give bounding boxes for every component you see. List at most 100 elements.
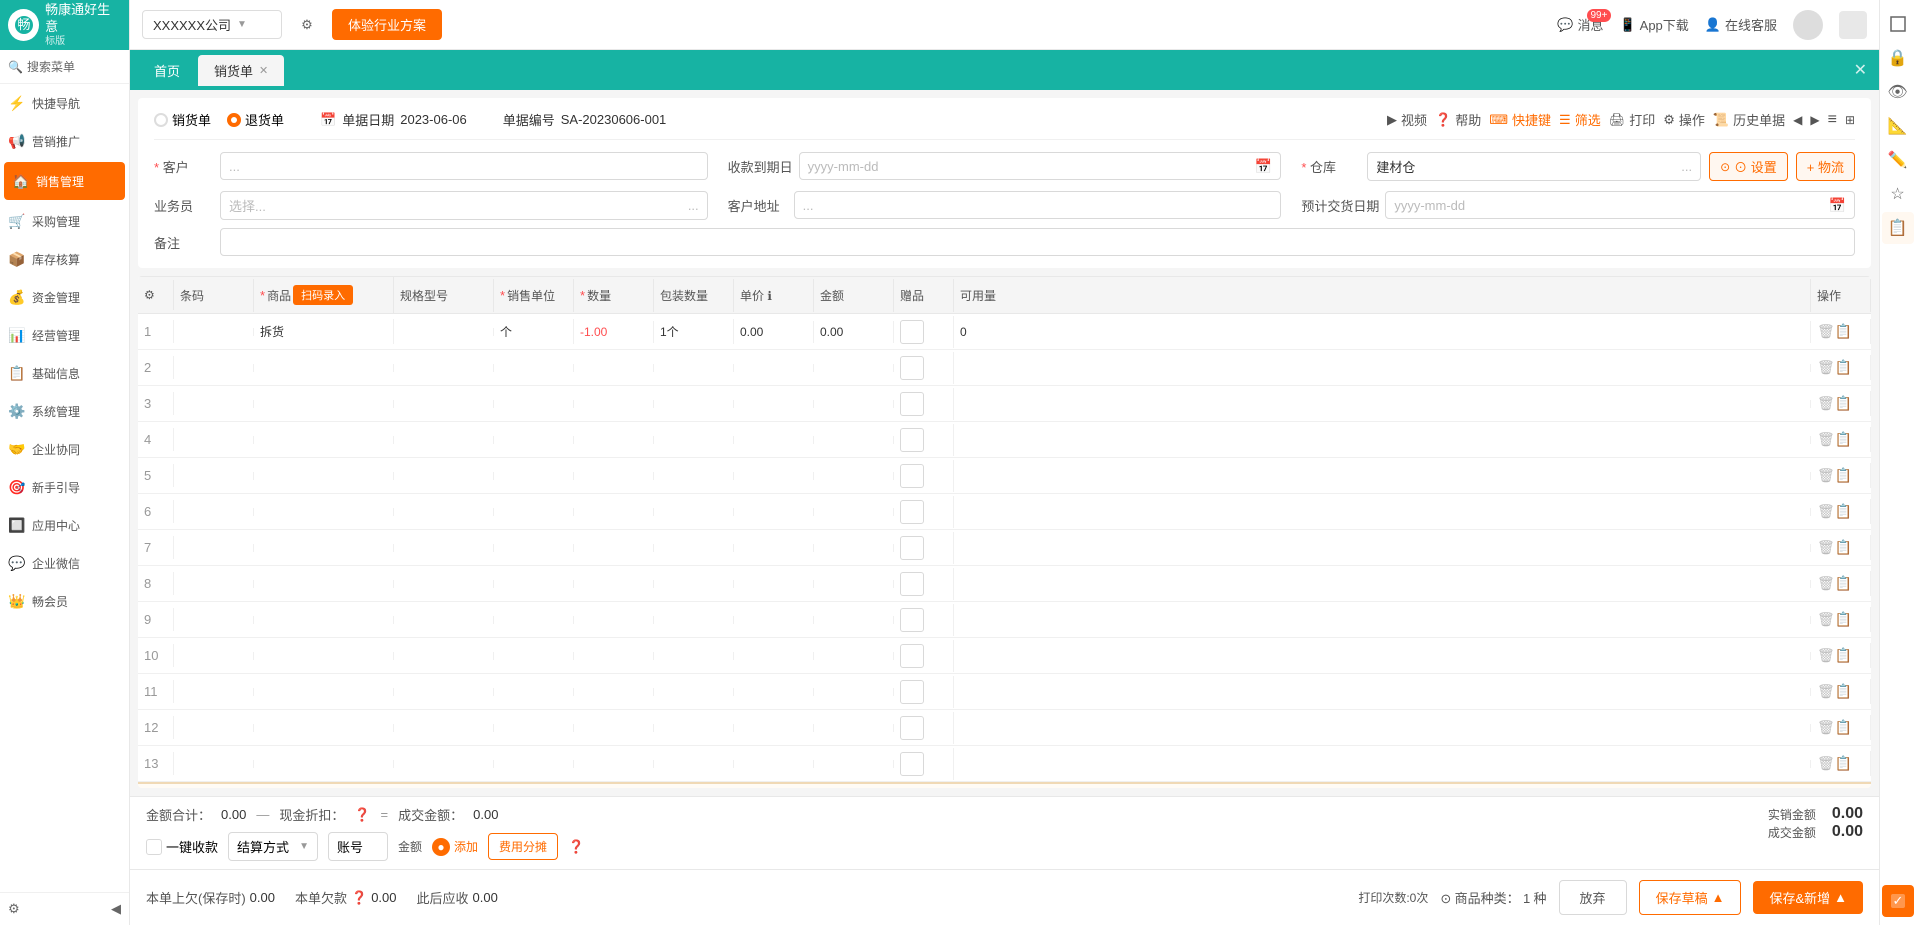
sidebar-item-vip[interactable]: 👑 畅会员	[0, 582, 129, 620]
sidebar-item-system[interactable]: ⚙️ 系统管理	[0, 392, 129, 430]
salesperson-input[interactable]: 选择... ...	[220, 191, 708, 220]
warehouse-input[interactable]: 建材仓 ...	[1367, 152, 1701, 181]
payment-account-select[interactable]: 账号	[328, 832, 388, 861]
flow-btn[interactable]: + 物流	[1796, 152, 1855, 181]
discard-button[interactable]: 放弃	[1559, 880, 1627, 915]
delete-row-3[interactable]: 🗑	[1817, 395, 1835, 412]
app-download-button[interactable]: 📱 App下载	[1619, 15, 1688, 34]
sidebar-item-purchase[interactable]: 🛒 采购管理	[0, 202, 129, 240]
td-unit-1[interactable]: 个	[494, 319, 574, 344]
tab-sales-order[interactable]: 销货单 ✕	[198, 55, 284, 86]
gift-checkbox-9[interactable]	[900, 608, 924, 632]
delete-row-5[interactable]: 🗑	[1817, 467, 1835, 484]
user-avatar[interactable]	[1793, 10, 1823, 40]
td-gift-1[interactable]	[894, 316, 954, 348]
company-selector[interactable]: XXXXXX公司 ▼	[142, 10, 282, 39]
rt-orange-action-btn[interactable]: ✓	[1882, 885, 1914, 917]
sidebar-search[interactable]: 🔍 搜索菜单	[0, 50, 129, 84]
settings-btn[interactable]: ⊙ ⊙ 设置	[1709, 152, 1788, 181]
delete-row-11[interactable]: 🗑	[1817, 683, 1835, 700]
trial-button[interactable]: 体验行业方案	[332, 9, 442, 40]
tab-home[interactable]: 首页	[138, 55, 196, 86]
sidebar-item-wechat[interactable]: 💬 企业微信	[0, 544, 129, 582]
delivery-date-input[interactable]: yyyy-mm-dd 📅	[1385, 191, 1855, 219]
filter-btn[interactable]: ☰ 筛选	[1559, 110, 1601, 129]
copy-row-1[interactable]: 📋	[1835, 323, 1852, 340]
prev-btn[interactable]: ◀	[1793, 113, 1802, 127]
list-view-btn[interactable]: ≡	[1828, 111, 1837, 129]
td-price-1[interactable]: 0.00	[734, 321, 814, 343]
gift-checkbox-12[interactable]	[900, 716, 924, 740]
gift-checkbox-3[interactable]	[900, 392, 924, 416]
delete-row-10[interactable]: 🗑	[1817, 647, 1835, 664]
tab-bar-close[interactable]: ✕	[1854, 60, 1867, 80]
copy-row-9[interactable]: 📋	[1835, 611, 1852, 628]
customer-input[interactable]: ...	[220, 152, 708, 180]
sidebar-item-inventory[interactable]: 📦 库存核算	[0, 240, 129, 278]
customer-address-input[interactable]: ...	[794, 191, 1282, 219]
delete-row-1[interactable]: 🗑	[1817, 323, 1835, 340]
fee-split-button[interactable]: 费用分摊	[488, 833, 558, 860]
history-btn[interactable]: 📜 历史单据	[1713, 110, 1785, 129]
print-btn[interactable]: 🖨 打印	[1609, 110, 1656, 129]
user-menu[interactable]	[1839, 11, 1867, 39]
video-btn[interactable]: ▶ 视频	[1387, 110, 1427, 129]
td-pack-1[interactable]: 1个	[654, 319, 734, 344]
note-input[interactable]	[220, 228, 1855, 256]
save-new-button[interactable]: 保存&新增 ▲	[1753, 881, 1863, 914]
copy-row-8[interactable]: 📋	[1835, 575, 1852, 592]
overdue-help[interactable]: ❓	[351, 890, 367, 906]
th-settings[interactable]: ⚙	[138, 280, 174, 310]
td-product-1[interactable]: 拆货	[254, 319, 394, 344]
due-date-input[interactable]: yyyy-mm-dd 📅	[799, 152, 1282, 180]
online-service-button[interactable]: 👤 在线客服	[1705, 15, 1777, 34]
one-click-checkbox[interactable]	[146, 839, 162, 855]
copy-row-13[interactable]: 📋	[1835, 755, 1852, 772]
gift-checkbox-8[interactable]	[900, 572, 924, 596]
td-barcode-1[interactable]	[174, 328, 254, 336]
copy-row-2[interactable]: 📋	[1835, 359, 1852, 376]
sidebar-item-shortcut[interactable]: ⚡ 快捷导航	[0, 84, 129, 122]
tab-close-icon[interactable]: ✕	[259, 64, 268, 77]
help-circle-icon[interactable]: ❓	[354, 807, 370, 823]
payment-method-select[interactable]: 结算方式 ▼	[228, 832, 318, 861]
delete-row-2[interactable]: 🗑	[1817, 359, 1835, 376]
radio-sales[interactable]: 销货单	[154, 110, 211, 129]
sidebar-item-finance[interactable]: 💰 资金管理	[0, 278, 129, 316]
td-qty-1[interactable]: -1.00	[574, 321, 654, 343]
sidebar-item-sales[interactable]: 🏠 销售管理	[4, 162, 125, 200]
sidebar-item-marketing[interactable]: 📢 营销推广	[0, 122, 129, 160]
delete-row-7[interactable]: 🗑	[1817, 539, 1835, 556]
copy-row-10[interactable]: 📋	[1835, 647, 1852, 664]
delete-row-4[interactable]: 🗑	[1817, 431, 1835, 448]
copy-row-5[interactable]: 📋	[1835, 467, 1852, 484]
td-amount-1[interactable]: 0.00	[814, 321, 894, 343]
rt-measure-btn[interactable]: 📐	[1882, 110, 1914, 142]
sidebar-item-operations[interactable]: 📊 经营管理	[0, 316, 129, 354]
operation-btn[interactable]: ⚙ 操作	[1663, 110, 1705, 129]
sidebar-item-basic[interactable]: 📋 基础信息	[0, 354, 129, 392]
next-btn[interactable]: ▶	[1810, 113, 1819, 127]
rt-edit-btn[interactable]: ✏️	[1882, 144, 1914, 176]
fee-help-icon[interactable]: ❓	[568, 839, 584, 855]
save-draft-button[interactable]: 保存草稿 ▲	[1639, 880, 1742, 915]
delete-row-13[interactable]: 🗑	[1817, 755, 1835, 772]
td-spec-1[interactable]	[394, 328, 494, 336]
shortcut-btn[interactable]: ⌨ 快捷键	[1489, 110, 1551, 129]
card-view-btn[interactable]: ⊞	[1845, 113, 1855, 127]
copy-row-11[interactable]: 📋	[1835, 683, 1852, 700]
rt-lock-btn[interactable]: 🔒	[1882, 42, 1914, 74]
gift-checkbox-5[interactable]	[900, 464, 924, 488]
sidebar-collapse-icon[interactable]: ◀	[111, 901, 121, 917]
delete-row-9[interactable]: 🗑	[1817, 611, 1835, 628]
sidebar-settings-icon[interactable]: ⚙	[8, 901, 20, 917]
copy-row-3[interactable]: 📋	[1835, 395, 1852, 412]
gift-checkbox-11[interactable]	[900, 680, 924, 704]
copy-row-7[interactable]: 📋	[1835, 539, 1852, 556]
copy-row-6[interactable]: 📋	[1835, 503, 1852, 520]
delete-row-6[interactable]: 🗑	[1817, 503, 1835, 520]
goods-type-info[interactable]: ⊙ 商品种类： 1 种	[1440, 888, 1546, 907]
add-amount-button[interactable]: ●	[432, 838, 450, 856]
rt-expand-btn[interactable]	[1882, 8, 1914, 40]
settings-button[interactable]: ⚙	[292, 10, 322, 40]
